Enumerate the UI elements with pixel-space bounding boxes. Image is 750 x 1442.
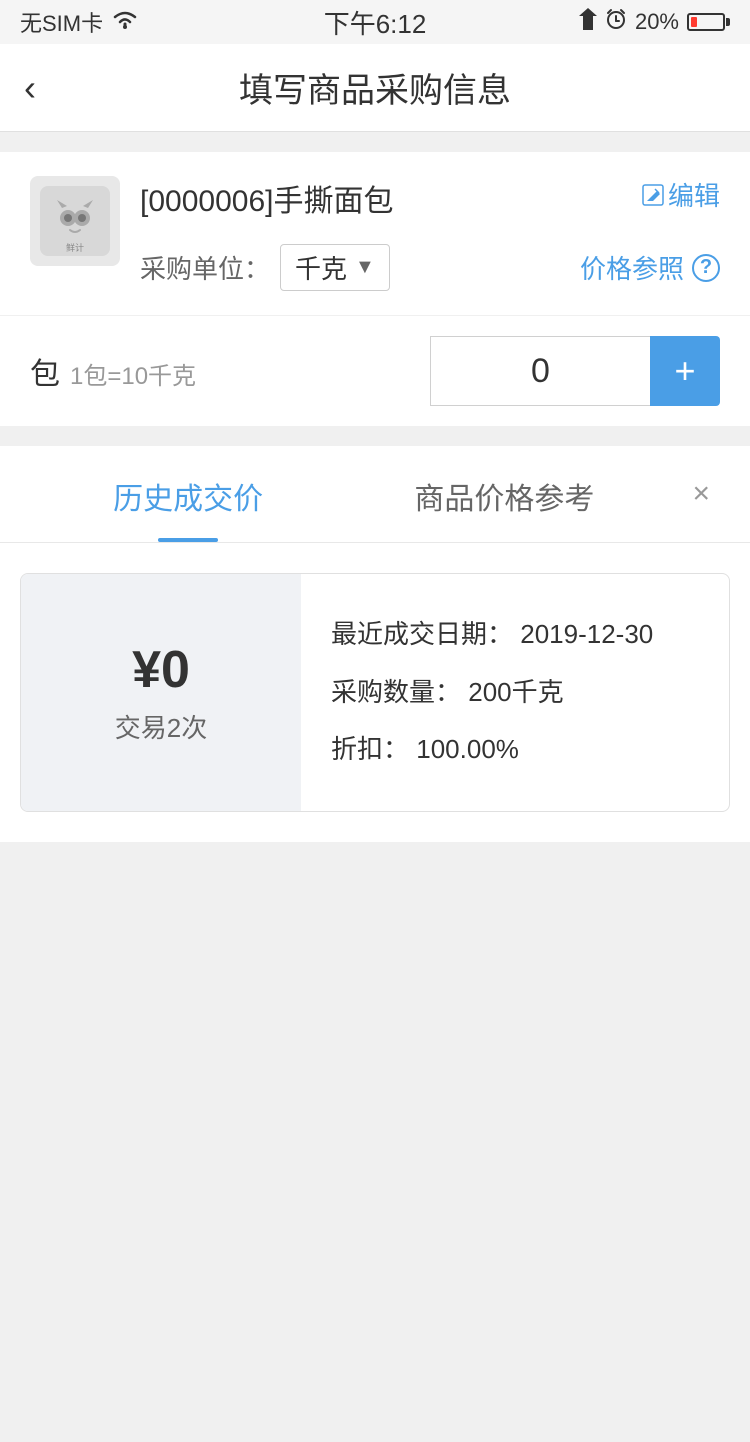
dropdown-arrow-icon: ▼ (355, 256, 375, 279)
tab-close-button[interactable]: × (662, 453, 720, 535)
product-thumbnail: 鲜计 (30, 176, 120, 266)
unit-value: 千克 (295, 249, 347, 286)
svg-text:鲜计: 鲜计 (66, 242, 84, 253)
product-header: [0000006]手撕面包 编辑 (140, 176, 720, 220)
product-info: [0000006]手撕面包 编辑 采购单位： 千克 ▼ 价格参照 ? (140, 176, 720, 291)
edit-button[interactable]: 编辑 (642, 176, 720, 213)
status-left: 无SIM卡 (20, 6, 139, 38)
status-time: 下午6:12 (324, 4, 427, 41)
product-image: 鲜计 (40, 186, 110, 256)
wifi-icon (111, 8, 139, 36)
unit-select-button[interactable]: 千克 ▼ (280, 244, 390, 291)
alarm-icon (605, 8, 627, 36)
unit-selector: 采购单位： 千克 ▼ (140, 244, 390, 291)
quantity-control: + (430, 336, 720, 406)
price-reference-button[interactable]: 价格参照 ? (580, 249, 720, 286)
discount-value: 100.00% (416, 734, 519, 764)
product-unit-row: 采购单位： 千克 ▼ 价格参照 ? (140, 244, 720, 291)
quantity-plus-button[interactable]: + (650, 336, 720, 406)
location-icon (579, 8, 597, 36)
date-label: 最近成交日期： (331, 619, 513, 649)
quantity-row: 包 1包=10千克 + (0, 316, 750, 426)
help-icon: ? (692, 254, 720, 282)
transaction-count: 交易2次 (115, 708, 207, 745)
content-area (0, 842, 750, 1442)
discount-label: 折扣： (331, 734, 409, 764)
transaction-date: 最近成交日期： 2019-12-30 (331, 614, 699, 656)
price-ref-label: 价格参照 (580, 249, 684, 286)
quantity-detail-label: 采购数量： (331, 677, 461, 707)
tab-history-price[interactable]: 历史成交价 (30, 446, 346, 542)
tab-product-price-reference[interactable]: 商品价格参考 (346, 446, 662, 542)
transaction-quantity: 采购数量： 200千克 (331, 672, 699, 714)
carrier-text: 无SIM卡 (20, 6, 103, 38)
battery-percent: 20% (635, 9, 679, 35)
quantity-unit: 包 (30, 349, 60, 393)
nav-bar: ‹ 填写商品采购信息 (0, 44, 750, 132)
back-button[interactable]: ‹ (24, 67, 36, 109)
date-value: 2019-12-30 (520, 619, 653, 649)
transaction-discount: 折扣： 100.00% (331, 729, 699, 771)
quantity-detail-value: 200千克 (468, 677, 563, 707)
transaction-card: ¥0 交易2次 最近成交日期： 2019-12-30 采购数量： 200千克 折… (20, 573, 730, 812)
product-card: 鲜计 [0000006]手撕面包 编辑 采购单位： 千克 ▼ (0, 152, 750, 315)
tabs-section: 历史成交价 商品价格参考 × ¥0 交易2次 最近成交日期： 2019-12-3… (0, 446, 750, 1442)
quantity-input[interactable] (430, 336, 650, 406)
status-right: 20% (579, 8, 730, 36)
quantity-conversion: 1包=10千克 (70, 356, 196, 391)
transaction-price: ¥0 (132, 640, 190, 700)
transaction-price-panel: ¥0 交易2次 (21, 574, 301, 811)
unit-label: 采购单位： (140, 249, 270, 286)
transaction-details-panel: 最近成交日期： 2019-12-30 采购数量： 200千克 折扣： 100.0… (301, 574, 729, 811)
page-title: 填写商品采购信息 (239, 63, 511, 112)
status-bar: 无SIM卡 下午6:12 20% (0, 0, 750, 44)
tabs-header: 历史成交价 商品价格参考 × (0, 446, 750, 543)
battery-icon (687, 13, 730, 31)
quantity-label: 包 1包=10千克 (30, 349, 196, 393)
product-name: [0000006]手撕面包 (140, 176, 393, 220)
